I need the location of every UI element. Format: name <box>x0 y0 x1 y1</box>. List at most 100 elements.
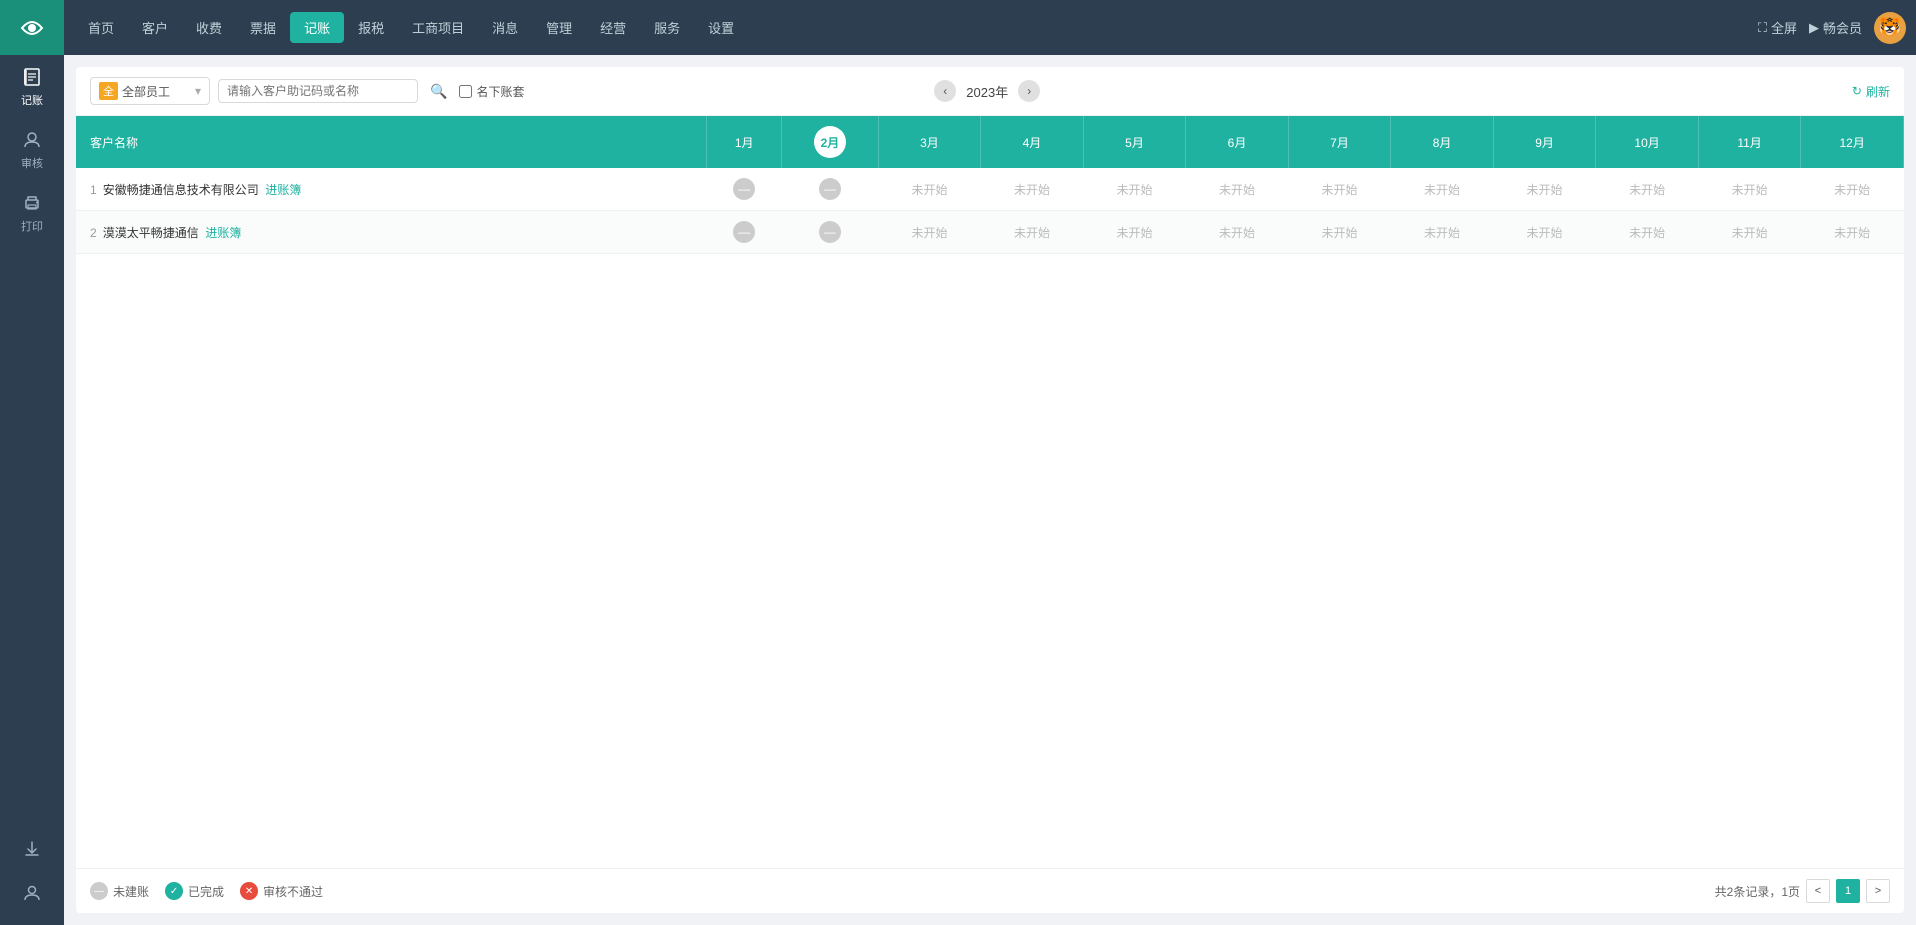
month-cell: 未开始 <box>1493 168 1596 211</box>
year-next-btn[interactable]: › <box>1018 80 1040 102</box>
nav-invoice[interactable]: 票据 <box>236 12 290 43</box>
nav-business[interactable]: 工商项目 <box>398 12 478 43</box>
nav-message[interactable]: 消息 <box>478 12 532 43</box>
legend-completed-label: 已完成 <box>188 883 224 900</box>
month-cell: 未开始 <box>1493 211 1596 254</box>
col-header-aug: 8月 <box>1391 116 1494 168</box>
year-display: 2023年 <box>966 82 1008 101</box>
enter-account-link[interactable]: 进账簿 <box>205 226 241 240</box>
employee-select[interactable]: 全 全部员工 ▾ <box>90 77 210 105</box>
row-number: 1 <box>90 183 97 197</box>
company-name: 漠漠太平畅捷通信 <box>103 226 199 240</box>
page-current-btn[interactable]: 1 <box>1836 879 1860 903</box>
sidebar-item-user[interactable] <box>0 871 64 915</box>
toolbar: 全 全部员工 ▾ 🔍 名下账套 ‹ 2023年 › ↻ <box>76 67 1904 116</box>
col-header-jan: 1月 <box>707 116 782 168</box>
month-cell: 未开始 <box>1596 211 1699 254</box>
table-row: 1安徽畅捷通信息技术有限公司 进账簿未开始未开始未开始未开始未开始未开始未开始未… <box>76 168 1904 211</box>
col-header-mar: 3月 <box>878 116 981 168</box>
month-cell: 未开始 <box>1186 211 1289 254</box>
sidebar-item-download[interactable] <box>0 827 64 871</box>
main-table: 客户名称 1月 2月 3月 4月 5月 6月 7月 8月 9月 <box>76 116 1904 254</box>
main-area: 首页 客户 收费 票据 记账 报税 工商项目 消息 管理 经营 服务 设置 ⛶ … <box>64 0 1916 925</box>
nav-bookkeeping[interactable]: 记账 <box>290 12 344 43</box>
nav-billing[interactable]: 收费 <box>182 12 236 43</box>
not-started-label: 未开始 <box>1732 183 1768 197</box>
search-icon: 🔍 <box>430 83 447 99</box>
year-prev-btn[interactable]: ‹ <box>934 80 956 102</box>
month-cell: 未开始 <box>1083 211 1186 254</box>
month-cell: 未开始 <box>981 168 1084 211</box>
not-started-label: 未开始 <box>1219 183 1255 197</box>
top-nav: 首页 客户 收费 票据 记账 报税 工商项目 消息 管理 经营 服务 设置 ⛶ … <box>64 0 1916 55</box>
bookkeeping-icon <box>18 65 46 89</box>
not-started-label: 未开始 <box>911 183 947 197</box>
under-account-label: 名下账套 <box>476 83 524 100</box>
not-started-label: 未开始 <box>1834 226 1870 240</box>
legend-rejected: 审核不通过 <box>240 882 323 900</box>
nav-tax[interactable]: 报税 <box>344 12 398 43</box>
not-started-label: 未开始 <box>1732 226 1768 240</box>
table-row: 2 漠漠太平畅捷通信 进账簿 未开始 未开始 未开始 未开始 未开始 未开始 未开始 未开始 未开始… <box>76 211 1904 254</box>
month-cell: 未开始 <box>1698 211 1801 254</box>
nav-manage[interactable]: 管理 <box>532 12 586 43</box>
refresh-icon: ↻ <box>1852 84 1862 98</box>
not-started-label: 未开始 <box>1116 226 1152 240</box>
audit-icon <box>18 128 46 152</box>
status-dot <box>733 178 755 200</box>
sidebar-item-audit[interactable]: 审核 <box>0 118 64 181</box>
user-icon <box>18 881 46 905</box>
month-cell <box>782 211 879 254</box>
not-started-label: 未开始 <box>1629 183 1665 197</box>
col-header-jul: 7月 <box>1288 116 1391 168</box>
not-started-label: 未开始 <box>1527 226 1563 240</box>
video-icon: ▶ <box>1809 20 1819 36</box>
nav-home[interactable]: 首页 <box>74 12 128 43</box>
vip-btn[interactable]: ▶ 畅会员 <box>1809 18 1862 37</box>
nav-operate[interactable]: 经营 <box>586 12 640 43</box>
nav-service[interactable]: 服务 <box>640 12 694 43</box>
month-cell: 未开始 <box>1391 211 1494 254</box>
year-nav: ‹ 2023年 › <box>934 80 1040 102</box>
main-card: 全 全部员工 ▾ 🔍 名下账套 ‹ 2023年 › ↻ <box>76 67 1904 913</box>
fullscreen-btn[interactable]: ⛶ 全屏 <box>1758 18 1797 37</box>
row-name-cell: 2 漠漠太平畅捷通信 进账簿 <box>76 211 707 254</box>
not-started-label: 未开始 <box>911 226 947 240</box>
row-number: 2 <box>90 226 97 240</box>
nav-settings[interactable]: 设置 <box>694 12 748 43</box>
not-started-label: 未开始 <box>1014 226 1050 240</box>
month-cell <box>707 211 782 254</box>
col-header-name: 客户名称 <box>76 116 707 168</box>
col-header-apr: 4月 <box>981 116 1084 168</box>
nav-client[interactable]: 客户 <box>128 12 182 43</box>
under-account-input[interactable] <box>459 85 472 98</box>
sidebar-item-print[interactable]: 打印 <box>0 181 64 244</box>
not-started-label: 未开始 <box>1116 183 1152 197</box>
search-button[interactable]: 🔍 <box>426 79 451 104</box>
page-prev-btn[interactable]: < <box>1806 879 1830 903</box>
not-started-label: 未开始 <box>1219 226 1255 240</box>
legend-not-created-label: 未建账 <box>113 883 149 900</box>
legend-rejected-label: 审核不通过 <box>263 883 323 900</box>
month-cell: 未开始 <box>1083 168 1186 211</box>
footer-pagination: 共2条记录，1页 < 1 > <box>1715 879 1890 903</box>
vip-label: 畅会员 <box>1823 18 1862 37</box>
month-cell: 未开始 <box>981 211 1084 254</box>
not-started-label: 未开始 <box>1014 183 1050 197</box>
sidebar-item-bookkeeping[interactable]: 记账 <box>0 55 64 118</box>
search-input[interactable] <box>218 79 418 103</box>
table-wrapper: 客户名称 1月 2月 3月 4月 5月 6月 7月 8月 9月 <box>76 116 1904 868</box>
under-account-checkbox[interactable]: 名下账套 <box>459 83 524 100</box>
month-cell: 未开始 <box>1186 168 1289 211</box>
avatar[interactable]: 🐯 <box>1874 12 1906 44</box>
legend-teal-dot <box>165 882 183 900</box>
refresh-button[interactable]: ↻ 刷新 <box>1852 83 1890 100</box>
month-cell: 未开始 <box>1391 168 1494 211</box>
not-started-label: 未开始 <box>1527 183 1563 197</box>
month-cell <box>782 168 879 211</box>
not-started-label: 未开始 <box>1629 226 1665 240</box>
status-dot <box>819 221 841 243</box>
print-icon <box>18 191 46 215</box>
enter-account-link[interactable]: 进账簿 <box>265 183 301 197</box>
page-next-btn[interactable]: > <box>1866 879 1890 903</box>
